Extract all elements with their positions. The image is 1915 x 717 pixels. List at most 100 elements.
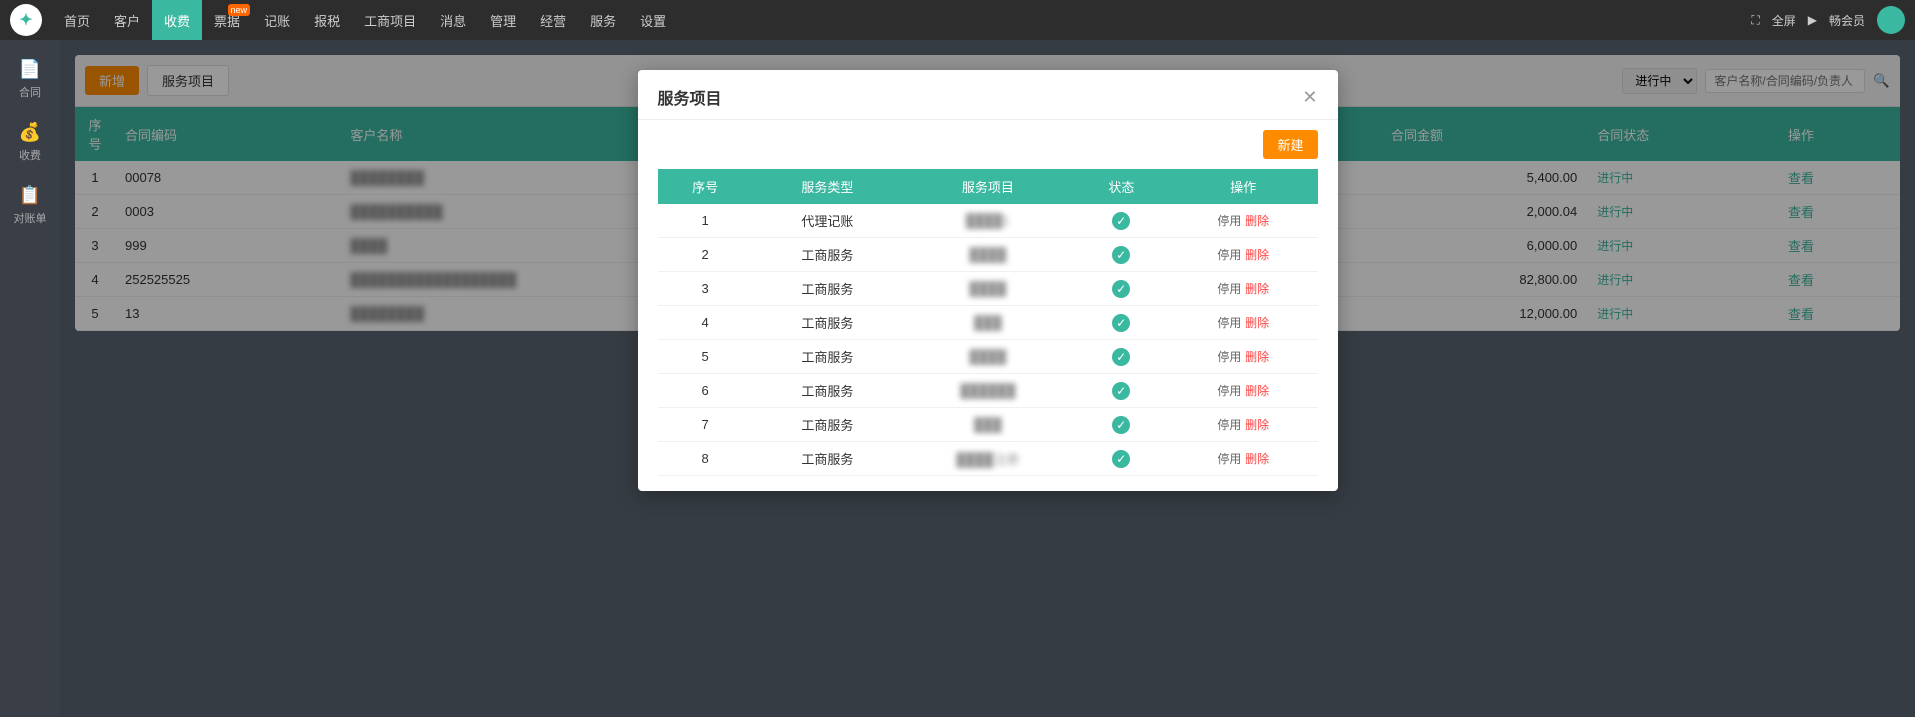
modal-cell-type: 工商服务 xyxy=(753,340,902,374)
modal-th-status: 状态 xyxy=(1074,169,1169,204)
nav-jingying[interactable]: 经营 xyxy=(528,0,578,40)
modal-toolbar: 新建 xyxy=(638,120,1338,169)
modal-cell-project: ████ xyxy=(902,272,1074,306)
modal-cell-action[interactable]: 停用 删除 xyxy=(1169,340,1318,374)
modal-cell-status: ✓ xyxy=(1074,408,1169,442)
modal-cell-type: 工商服务 xyxy=(753,306,902,340)
list-item: 3 工商服务 ████ ✓ 停用 删除 xyxy=(658,272,1318,306)
modal-cell-seq: 2 xyxy=(658,238,753,272)
delete-button[interactable]: 删除 xyxy=(1245,280,1269,297)
modal-th-action: 操作 xyxy=(1169,169,1318,204)
vip-icon: ▶ xyxy=(1808,13,1817,27)
nav-jizhang[interactable]: 记账 xyxy=(252,0,302,40)
modal-cell-status: ✓ xyxy=(1074,306,1169,340)
sidebar-item-label-duizhang: 对账单 xyxy=(14,210,47,226)
top-nav: ✦ 首页 客户 收费 票据 new 记账 报税 工商项目 消息 管理 经营 服务… xyxy=(0,0,1915,40)
nav-baoshui[interactable]: 报税 xyxy=(302,0,352,40)
modal-cell-type: 工商服务 xyxy=(753,442,902,476)
nav-piao[interactable]: 票据 new xyxy=(202,0,252,40)
delete-button[interactable]: 删除 xyxy=(1245,382,1269,399)
modal-cell-status: ✓ xyxy=(1074,204,1169,238)
modal-cell-type: 工商服务 xyxy=(753,408,902,442)
list-item: 5 工商服务 ████ ✓ 停用 删除 xyxy=(658,340,1318,374)
nav-gongshang[interactable]: 工商项目 xyxy=(352,0,428,40)
hetong-icon: 📄 xyxy=(19,58,41,80)
modal-header: 服务项目 ✕ xyxy=(638,70,1338,120)
nav-shezhi[interactable]: 设置 xyxy=(628,0,678,40)
stop-button[interactable]: 停用 xyxy=(1217,450,1241,467)
modal-cell-seq: 5 xyxy=(658,340,753,374)
modal-cell-project: ████1 xyxy=(902,204,1074,238)
sidebar-item-duizhang[interactable]: 📋 对账单 xyxy=(2,176,58,234)
avatar[interactable] xyxy=(1877,6,1905,34)
modal-cell-type: 工商服务 xyxy=(753,272,902,306)
modal-cell-action[interactable]: 停用 删除 xyxy=(1169,306,1318,340)
nav-guanli[interactable]: 管理 xyxy=(478,0,528,40)
stop-button[interactable]: 停用 xyxy=(1217,280,1241,297)
delete-button[interactable]: 删除 xyxy=(1245,348,1269,365)
modal-cell-project: ███ xyxy=(902,408,1074,442)
modal-cell-seq: 8 xyxy=(658,442,753,476)
delete-button[interactable]: 删除 xyxy=(1245,212,1269,229)
stop-button[interactable]: 停用 xyxy=(1217,382,1241,399)
shoufei-icon: 💰 xyxy=(19,121,41,143)
delete-button[interactable]: 删除 xyxy=(1245,314,1269,331)
modal-cell-status: ✓ xyxy=(1074,374,1169,408)
stop-button[interactable]: 停用 xyxy=(1217,314,1241,331)
sidebar-item-hetong[interactable]: 📄 合同 xyxy=(2,50,58,108)
nav-home[interactable]: 首页 xyxy=(52,0,102,40)
right-tools: ⛶ 全屏 ▶ 畅会员 xyxy=(1751,6,1905,34)
modal-cell-action[interactable]: 停用 删除 xyxy=(1169,442,1318,476)
fullscreen-label[interactable]: 全屏 xyxy=(1772,12,1796,29)
modal-cell-type: 代理记账 xyxy=(753,204,902,238)
list-item: 6 工商服务 ██████ ✓ 停用 删除 xyxy=(658,374,1318,408)
modal-overlay[interactable]: 服务项目 ✕ 新建 序号 服务类型 服务项目 状态 xyxy=(60,40,1915,717)
delete-button[interactable]: 删除 xyxy=(1245,450,1269,467)
modal-cell-seq: 4 xyxy=(658,306,753,340)
modal-cell-type: 工商服务 xyxy=(753,238,902,272)
modal-cell-project: ██████ xyxy=(902,374,1074,408)
stop-button[interactable]: 停用 xyxy=(1217,416,1241,433)
nav-customer[interactable]: 客户 xyxy=(102,0,152,40)
modal-cell-type: 工商服务 xyxy=(753,374,902,408)
modal-cell-action[interactable]: 停用 删除 xyxy=(1169,374,1318,408)
modal-close-button[interactable]: ✕ xyxy=(1302,87,1317,108)
fullscreen-icon[interactable]: ⛶ xyxy=(1751,13,1759,28)
modal-cell-project: ████ xyxy=(902,238,1074,272)
modal-cell-action[interactable]: 停用 删除 xyxy=(1169,204,1318,238)
app-body: 📄 合同 💰 收费 📋 对账单 新增 服务项目 进行中 已完成 已取消 xyxy=(0,40,1915,717)
nav-xiaoxi[interactable]: 消息 xyxy=(428,0,478,40)
modal-cell-status: ✓ xyxy=(1074,238,1169,272)
sidebar-item-shoufei[interactable]: 💰 收费 xyxy=(2,113,58,171)
sidebar: 📄 合同 💰 收费 📋 对账单 xyxy=(0,40,60,717)
main-content: 新增 服务项目 进行中 已完成 已取消 🔍 序号 合同编码 xyxy=(60,40,1915,717)
list-item: 1 代理记账 ████1 ✓ 停用 删除 xyxy=(658,204,1318,238)
delete-button[interactable]: 删除 xyxy=(1245,416,1269,433)
stop-button[interactable]: 停用 xyxy=(1217,348,1241,365)
stop-button[interactable]: 停用 xyxy=(1217,212,1241,229)
badge-new: new xyxy=(228,4,251,16)
modal-cell-seq: 1 xyxy=(658,204,753,238)
modal-cell-status: ✓ xyxy=(1074,340,1169,374)
modal-cell-action[interactable]: 停用 删除 xyxy=(1169,408,1318,442)
list-item: 2 工商服务 ████ ✓ 停用 删除 xyxy=(658,238,1318,272)
modal-cell-action[interactable]: 停用 删除 xyxy=(1169,238,1318,272)
delete-button[interactable]: 删除 xyxy=(1245,246,1269,263)
sidebar-item-label-shoufei: 收费 xyxy=(19,147,41,163)
nav-shoufei[interactable]: 收费 xyxy=(152,0,202,40)
modal-cell-status: ✓ xyxy=(1074,272,1169,306)
service-modal: 服务项目 ✕ 新建 序号 服务类型 服务项目 状态 xyxy=(638,70,1338,491)
list-item: 7 工商服务 ███ ✓ 停用 删除 xyxy=(658,408,1318,442)
modal-cell-status: ✓ xyxy=(1074,442,1169,476)
modal-title: 服务项目 xyxy=(658,85,722,109)
nav-fuwu[interactable]: 服务 xyxy=(578,0,628,40)
service-table: 序号 服务类型 服务项目 状态 操作 1 代理记账 ████1 ✓ 停用 删除 … xyxy=(658,169,1318,476)
modal-cell-seq: 7 xyxy=(658,408,753,442)
list-item: 8 工商服务 ████注册 ✓ 停用 删除 xyxy=(658,442,1318,476)
modal-cell-action[interactable]: 停用 删除 xyxy=(1169,272,1318,306)
list-item: 4 工商服务 ███ ✓ 停用 删除 xyxy=(658,306,1318,340)
stop-button[interactable]: 停用 xyxy=(1217,246,1241,263)
modal-new-button[interactable]: 新建 xyxy=(1263,130,1317,159)
vip-label[interactable]: 畅会员 xyxy=(1829,12,1865,29)
app-logo: ✦ xyxy=(10,4,42,36)
